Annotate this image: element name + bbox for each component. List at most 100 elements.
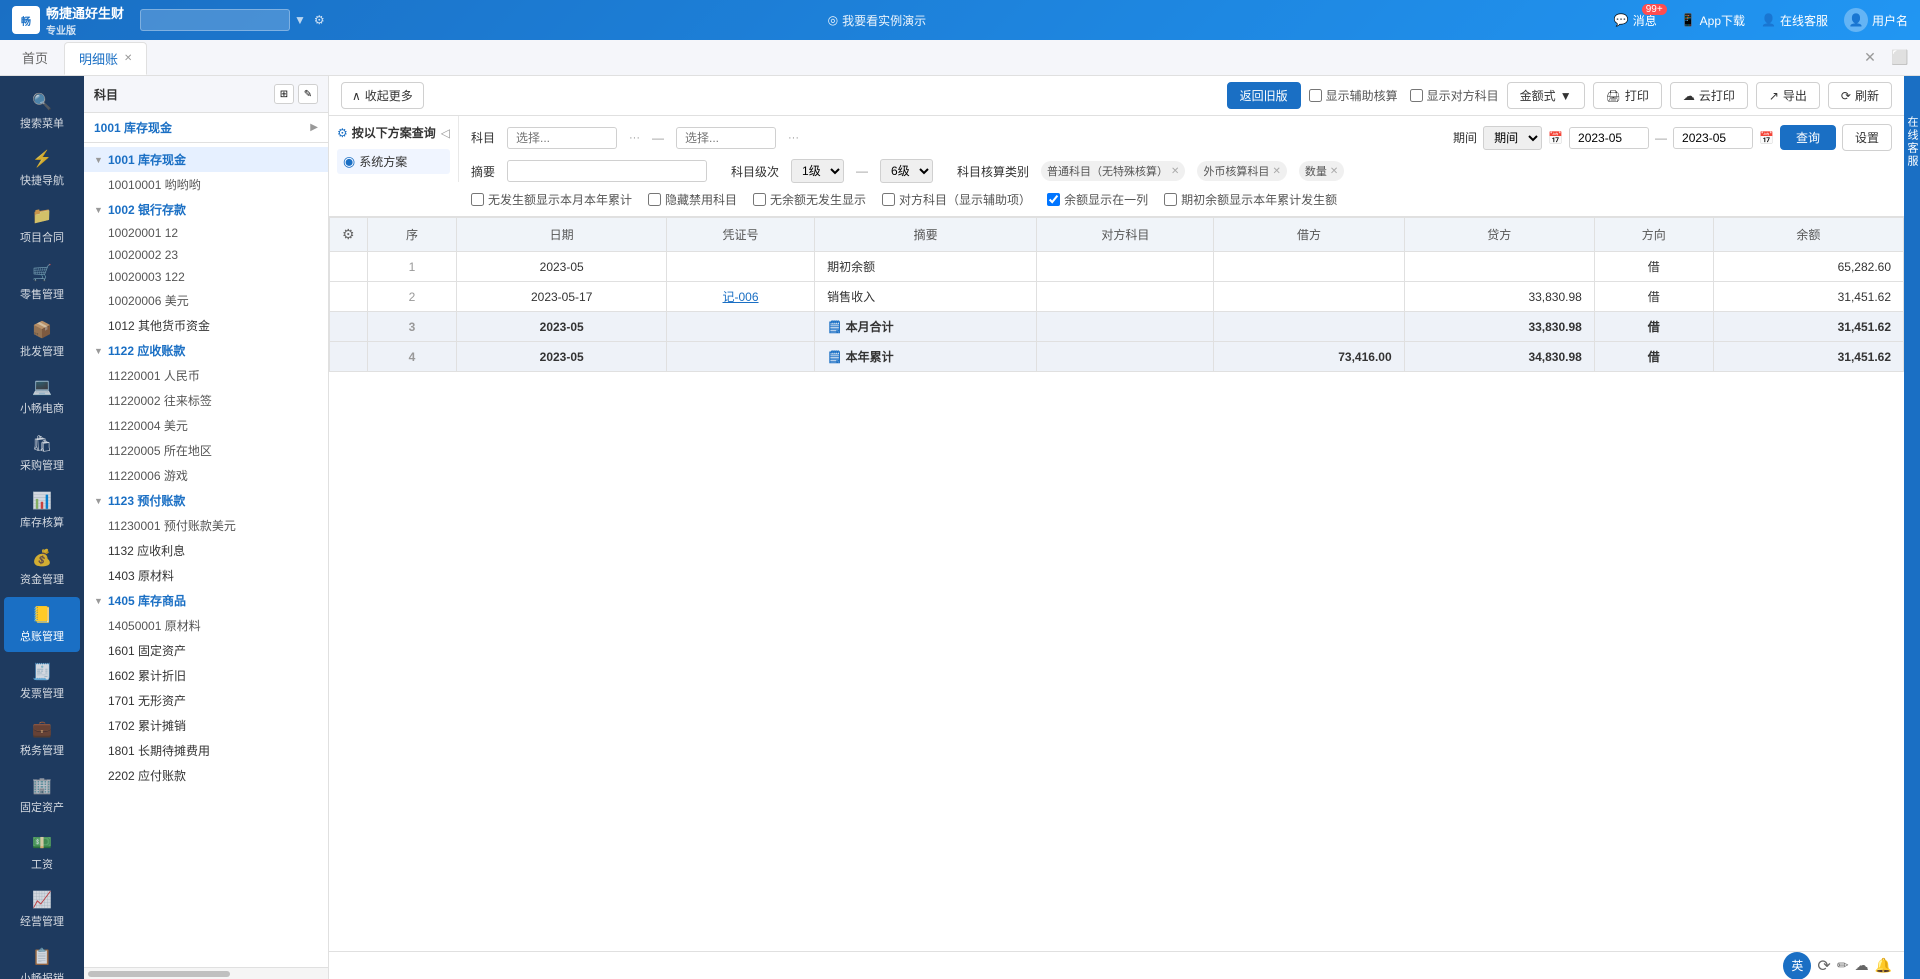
sidebar-item-search[interactable]: 🔍 搜索菜单 bbox=[4, 84, 80, 139]
sidebar-item-quick-nav[interactable]: ⚡ 快捷导航 bbox=[4, 141, 80, 196]
cb-no-balance2-input[interactable] bbox=[753, 193, 766, 206]
tree-item-1012[interactable]: 1012 其他货币资金 bbox=[84, 313, 328, 338]
sidebar-item-project[interactable]: 📁 项目合同 bbox=[4, 198, 80, 253]
tag-close-normal[interactable]: ✕ bbox=[1171, 166, 1179, 177]
sidebar-item-ecommerce[interactable]: 💻 小畅电商 bbox=[4, 369, 80, 424]
tree-item-11220006[interactable]: 11220006 游戏 bbox=[84, 463, 328, 488]
cb-no-balance2[interactable]: 无余额无发生显示 bbox=[753, 191, 866, 208]
sidebar-item-tax[interactable]: 💼 税务管理 bbox=[4, 711, 80, 766]
tag-close-quantity[interactable]: ✕ bbox=[1330, 166, 1338, 177]
print-btn[interactable]: 🖨 打印 bbox=[1593, 82, 1662, 109]
right-panel-toggle[interactable]: 在线客服 bbox=[1904, 76, 1920, 979]
close-window-btn[interactable]: ✕ bbox=[1858, 46, 1882, 70]
system-scheme-item[interactable]: ◉ 系统方案 bbox=[337, 149, 450, 174]
sidebar-item-retail[interactable]: 🛒 零售管理 bbox=[4, 255, 80, 310]
account-selector[interactable]: 1001 库存现金 ▶ bbox=[84, 113, 328, 143]
amount-format-btn[interactable]: 金额式 ▼ bbox=[1507, 82, 1585, 109]
tag-close-foreign[interactable]: ✕ bbox=[1272, 166, 1280, 177]
date-to-input[interactable] bbox=[1673, 127, 1753, 149]
tree-item-1602[interactable]: 1602 累计折旧 bbox=[84, 663, 328, 688]
message-btn[interactable]: 💬 消息 99+ bbox=[1614, 12, 1657, 29]
sidebar-item-sales[interactable]: 📋 小畅报销 bbox=[4, 939, 80, 979]
level-to-select[interactable]: 6级 bbox=[880, 159, 933, 183]
online-service-btn[interactable]: 👤 在线客服 bbox=[1761, 12, 1828, 29]
collapse-icon[interactable]: ◁ bbox=[441, 126, 450, 140]
subject-to-input[interactable] bbox=[676, 127, 776, 149]
period-type-select[interactable]: 期间 bbox=[1483, 126, 1542, 150]
expand-more-btn[interactable]: ∧ 收起更多 bbox=[341, 82, 424, 109]
tab-home[interactable]: 首页 bbox=[8, 42, 62, 73]
tree-item-1132[interactable]: 1132 应收利息 bbox=[84, 538, 328, 563]
tree-item-10020006[interactable]: 10020006 美元 bbox=[84, 288, 328, 313]
col-gear-icon[interactable]: ⚙ bbox=[342, 226, 355, 242]
tree-item-10020001[interactable]: 10020001 12 bbox=[84, 222, 328, 244]
show-opposite-checkbox[interactable] bbox=[1410, 89, 1423, 102]
tree-item-11220004[interactable]: 11220004 美元 bbox=[84, 413, 328, 438]
date-from-input[interactable] bbox=[1569, 127, 1649, 149]
col-settings[interactable]: ⚙ bbox=[330, 218, 368, 252]
row-2-voucher[interactable]: 记-006 bbox=[666, 282, 814, 312]
company-selector[interactable]: ▼ ⚙ bbox=[140, 9, 828, 31]
query-btn[interactable]: 查询 bbox=[1780, 125, 1836, 150]
cb-hide-disabled[interactable]: 隐藏禁用科目 bbox=[648, 191, 737, 208]
tree-item-10010001[interactable]: 10010001 哟哟哟 bbox=[84, 172, 328, 197]
sidebar-item-ledger[interactable]: 📒 总账管理 bbox=[4, 597, 80, 652]
summary-input[interactable] bbox=[507, 160, 707, 182]
tree-item-11220001[interactable]: 11220001 人民币 bbox=[84, 363, 328, 388]
sidebar-item-purchase[interactable]: 🛍 采购管理 bbox=[4, 426, 80, 481]
refresh-btn[interactable]: ⟳ 刷新 bbox=[1828, 82, 1892, 109]
tree-item-2202[interactable]: 2202 应付账款 bbox=[84, 763, 328, 788]
show-aux-checkbox[interactable] bbox=[1309, 89, 1322, 102]
translate-btn[interactable]: 英 bbox=[1783, 952, 1811, 979]
cb-opening-balance[interactable]: 期初余额显示本年累计发生额 bbox=[1164, 191, 1337, 208]
tree-item-1702[interactable]: 1702 累计摊销 bbox=[84, 713, 328, 738]
sidebar-item-wholesale[interactable]: 📦 批发管理 bbox=[4, 312, 80, 367]
cb-balance-one-col-input[interactable] bbox=[1047, 193, 1060, 206]
level-from-select[interactable]: 1级 bbox=[791, 159, 844, 183]
demo-btn[interactable]: ◎ 我要看实例演示 bbox=[828, 12, 927, 29]
tree-item-1405[interactable]: ▼ 1405 库存商品 bbox=[84, 588, 328, 613]
checkbox-show-opposite[interactable]: 显示对方科目 bbox=[1410, 87, 1499, 104]
status-cloud-icon[interactable]: ☁ bbox=[1855, 957, 1869, 974]
sidebar-item-operations[interactable]: 📈 经营管理 bbox=[4, 882, 80, 937]
status-refresh-icon[interactable]: ⟳ bbox=[1817, 956, 1830, 976]
tree-item-11220002[interactable]: 11220002 往来标签 bbox=[84, 388, 328, 413]
cb-no-balance[interactable]: 无发生额显示本月本年累计 bbox=[471, 191, 632, 208]
sidebar-item-payroll[interactable]: 💵 工资 bbox=[4, 825, 80, 880]
cb-opposite-input[interactable] bbox=[882, 193, 895, 206]
tree-item-1801[interactable]: 1801 长期待摊费用 bbox=[84, 738, 328, 763]
subject-from-input[interactable] bbox=[507, 127, 617, 149]
user-profile[interactable]: 👤 用户名 bbox=[1844, 8, 1908, 32]
tab-detail[interactable]: 明细账 ✕ bbox=[64, 42, 147, 75]
settings-icon[interactable]: ⚙ bbox=[314, 13, 325, 27]
cb-balance-one-col[interactable]: 余额显示在一列 bbox=[1047, 191, 1148, 208]
tree-item-1403[interactable]: 1403 原材料 bbox=[84, 563, 328, 588]
tab-close-detail[interactable]: ✕ bbox=[124, 53, 132, 64]
tree-item-10020003[interactable]: 10020003 122 bbox=[84, 266, 328, 288]
company-input[interactable] bbox=[140, 9, 290, 31]
cloud-print-btn[interactable]: ☁ 云打印 bbox=[1670, 82, 1748, 109]
tree-item-1122[interactable]: ▼ 1122 应收账款 bbox=[84, 338, 328, 363]
voucher-link[interactable]: 记-006 bbox=[723, 290, 759, 304]
maximize-btn[interactable]: ⬜ bbox=[1888, 46, 1912, 70]
cb-no-balance-input[interactable] bbox=[471, 193, 484, 206]
tree-item-1701[interactable]: 1701 无形资产 bbox=[84, 688, 328, 713]
sidebar-item-fixed-assets[interactable]: 🏢 固定资产 bbox=[4, 768, 80, 823]
cb-opening-balance-input[interactable] bbox=[1164, 193, 1177, 206]
nav-edit-btn[interactable]: ✎ bbox=[298, 84, 318, 104]
tree-scrollbar[interactable] bbox=[88, 971, 230, 977]
filter-settings-btn[interactable]: 设置 bbox=[1842, 124, 1892, 151]
tree-item-1001[interactable]: ▼ 1001 库存现金 bbox=[84, 147, 328, 172]
nav-grid-btn[interactable]: ⊞ bbox=[274, 84, 294, 104]
tag-quantity[interactable]: 数量 ✕ bbox=[1299, 161, 1344, 181]
export-btn[interactable]: ↗ 导出 bbox=[1756, 82, 1820, 109]
tag-normal-subject[interactable]: 普通科目（无特殊核算） ✕ bbox=[1041, 161, 1185, 181]
tag-foreign-currency[interactable]: 外币核算科目 ✕ bbox=[1197, 161, 1286, 181]
status-bell-icon[interactable]: 🔔 bbox=[1875, 957, 1892, 974]
cb-opposite[interactable]: 对方科目（显示辅助项） bbox=[882, 191, 1031, 208]
sidebar-item-inventory[interactable]: 📊 库存核算 bbox=[4, 483, 80, 538]
tree-item-11220005[interactable]: 11220005 所在地区 bbox=[84, 438, 328, 463]
tree-item-1601[interactable]: 1601 固定资产 bbox=[84, 638, 328, 663]
return-old-btn[interactable]: 返回旧版 bbox=[1227, 82, 1301, 109]
tree-item-11230001[interactable]: 11230001 预付账款美元 bbox=[84, 513, 328, 538]
